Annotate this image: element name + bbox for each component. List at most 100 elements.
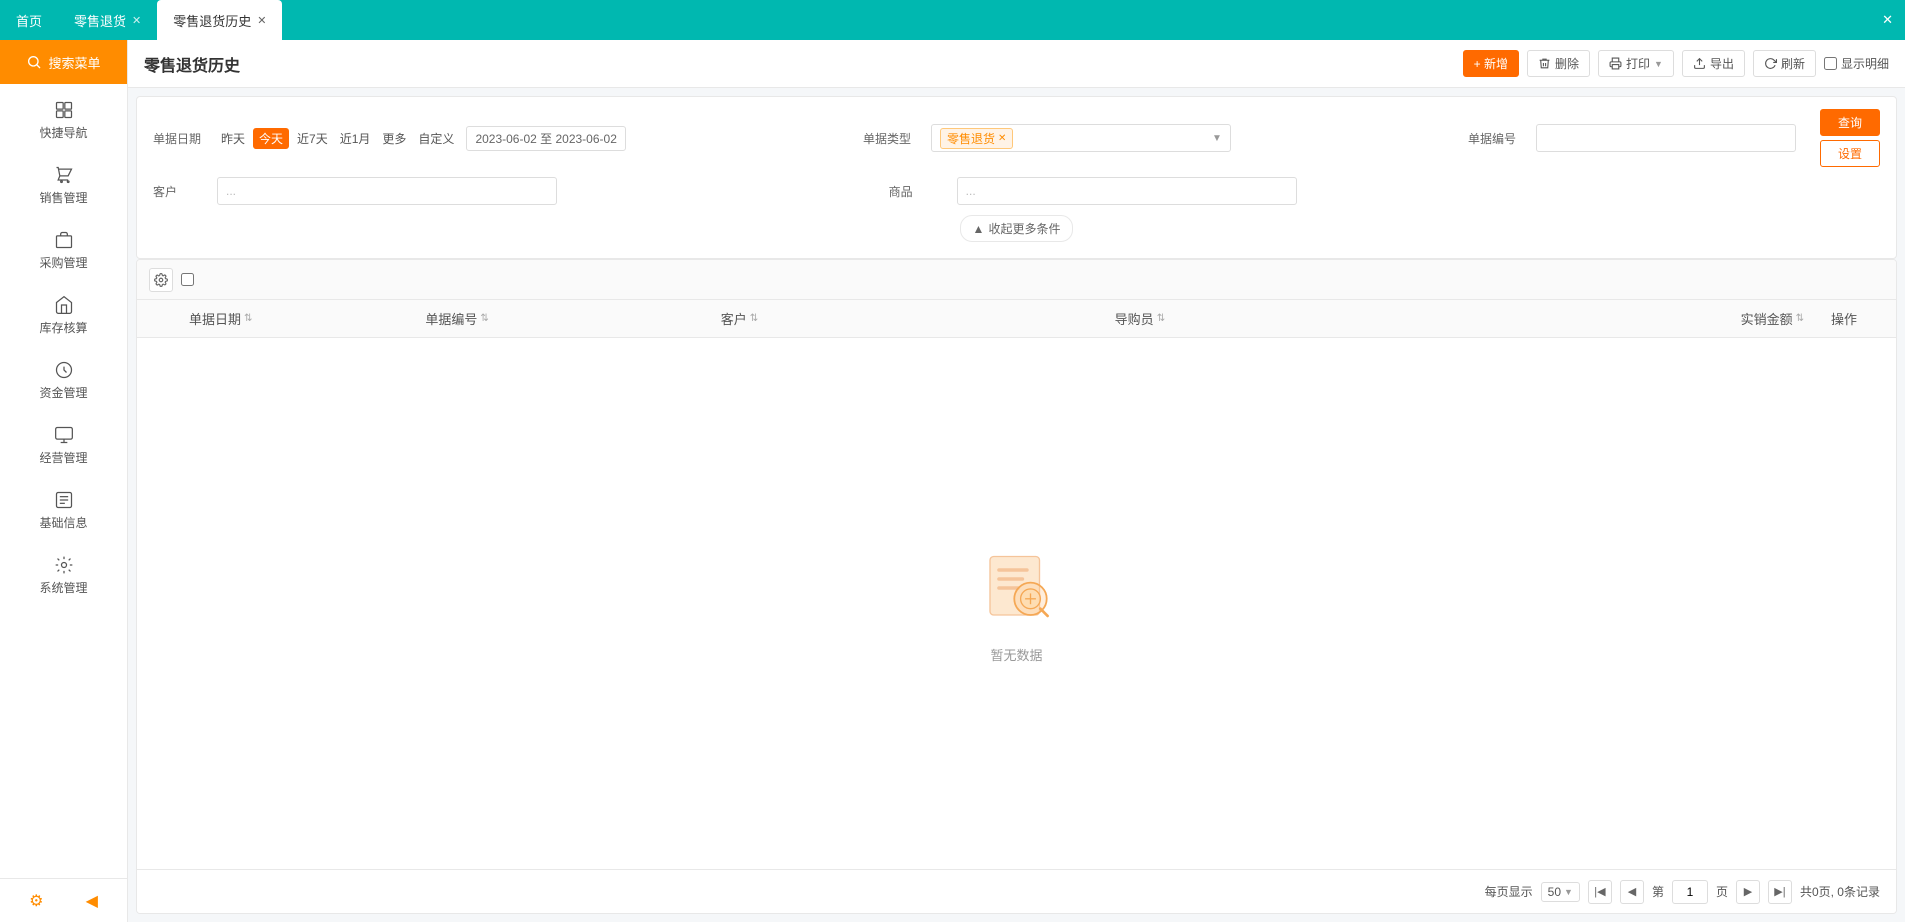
query-button[interactable]: 查询 <box>1820 109 1880 136</box>
doc-type-dropdown-arrow[interactable]: ▼ <box>1212 133 1222 144</box>
sidebar-item-operations[interactable]: 经营管理 <box>0 413 127 478</box>
refresh-icon <box>1764 57 1777 70</box>
col-guide-header: 导购员 ⇅ <box>1115 309 1410 328</box>
col-date-header: 单据日期 ⇅ <box>189 309 425 328</box>
per-page-select[interactable]: 50 ▼ <box>1541 882 1580 902</box>
sidebar-item-system[interactable]: 系统管理 <box>0 543 127 608</box>
sidebar-item-purchase[interactable]: 采购管理 <box>0 218 127 283</box>
page-summary: 共0页, 0条记录 <box>1800 883 1880 900</box>
settings-bottom-icon[interactable]: ⚙ <box>29 891 43 911</box>
top-tab-bar: 首页 零售退货 ✕ 零售退货历史 ✕ ✕ <box>0 0 1905 40</box>
date-opt-1month[interactable]: 近1月 <box>336 128 375 149</box>
settings-filter-button[interactable]: 设置 <box>1820 140 1880 167</box>
tab-home[interactable]: 首页 <box>0 0 58 40</box>
sidebar-search-button[interactable]: 搜索菜单 <box>0 40 127 84</box>
toolbar-actions: + 新增 删除 打印 ▼ <box>1463 50 1889 77</box>
sort-date-icon[interactable]: ⇅ <box>244 313 252 324</box>
sidebar-item-base-info[interactable]: 基础信息 <box>0 478 127 543</box>
col-customer-header: 客户 ⇅ <box>721 309 1115 328</box>
tab-retail-return[interactable]: 零售退货 ✕ <box>58 0 157 40</box>
page-label: 第 <box>1652 883 1664 900</box>
collapse-button[interactable]: ▲ 收起更多条件 <box>960 215 1074 242</box>
customer-filter-label: 客户 <box>153 183 209 200</box>
empty-state: 暂无数据 <box>972 543 1062 664</box>
filter-row-2: 客户 ... 商品 ... <box>153 177 1880 205</box>
table-settings-icon[interactable] <box>149 268 173 292</box>
add-button[interactable]: + 新增 <box>1463 50 1519 77</box>
sales-icon <box>54 165 74 185</box>
next-page-button[interactable]: ▶ <box>1736 880 1760 904</box>
content-area: 零售退货历史 + 新增 删除 打印 ▼ <box>128 40 1905 922</box>
col-docno-header: 单据编号 ⇅ <box>425 309 720 328</box>
empty-label: 暂无数据 <box>990 645 1042 664</box>
collapse-sidebar-icon[interactable]: ◀ <box>86 891 98 911</box>
sidebar-item-finance[interactable]: 资金管理 <box>0 348 127 413</box>
filter-row-1: 单据日期 昨天 今天 近7天 近1月 更多 自定义 2023-06-02 至 2… <box>153 109 1880 167</box>
search-icon <box>26 54 42 70</box>
select-all-checkbox[interactable] <box>181 273 194 286</box>
col-action-header: 操作 <box>1804 309 1884 328</box>
doc-type-tag: 零售退货 ✕ <box>940 128 1013 149</box>
doc-type-tag-close[interactable]: ✕ <box>998 133 1006 144</box>
doc-no-input[interactable] <box>1536 124 1796 152</box>
delete-icon <box>1538 57 1551 70</box>
page-title: 零售退货历史 <box>144 52 1463 76</box>
date-opt-custom[interactable]: 自定义 <box>414 128 458 149</box>
sort-docno-icon[interactable]: ⇅ <box>480 313 488 324</box>
col-amount-header: 实销金额 ⇅ <box>1607 309 1804 328</box>
quick-nav-icon <box>54 100 74 120</box>
pagination-bar: 每页显示 50 ▼ |◀ ◀ 第 页 ▶ ▶| 共0页, 0条记录 <box>137 869 1896 913</box>
date-opt-today[interactable]: 今天 <box>253 128 289 149</box>
prev-page-button[interactable]: ◀ <box>1620 880 1644 904</box>
sidebar-bottom: ⚙ ◀ <box>0 878 127 922</box>
last-page-button[interactable]: ▶| <box>1768 880 1792 904</box>
sort-customer-icon[interactable]: ⇅ <box>750 313 758 324</box>
goods-input[interactable]: ... <box>957 177 1297 205</box>
export-button[interactable]: 导出 <box>1682 50 1745 77</box>
refresh-button[interactable]: 刷新 <box>1753 50 1816 77</box>
show-detail-checkbox[interactable] <box>1824 57 1837 70</box>
date-opt-more[interactable]: 更多 <box>378 128 410 149</box>
empty-illustration <box>972 543 1062 633</box>
table-body: 暂无数据 <box>137 338 1896 869</box>
date-filter-label: 单据日期 <box>153 130 209 147</box>
per-page-label: 每页显示 <box>1485 883 1533 900</box>
tab-retail-return-history-close[interactable]: ✕ <box>257 14 266 27</box>
table-header: 单据日期 ⇅ 单据编号 ⇅ 客户 ⇅ 导购员 ⇅ 实销金额 <box>137 300 1896 338</box>
print-icon <box>1609 57 1622 70</box>
gear-icon <box>154 273 168 287</box>
customer-input[interactable]: ... <box>217 177 557 205</box>
inventory-icon <box>54 295 74 315</box>
operations-icon <box>54 425 74 445</box>
finance-icon <box>54 360 74 380</box>
delete-button[interactable]: 删除 <box>1527 50 1590 77</box>
window-close-button[interactable]: ✕ <box>1882 12 1905 28</box>
goods-filter-label: 商品 <box>889 183 949 200</box>
tab-retail-return-history[interactable]: 零售退货历史 ✕ <box>157 0 282 40</box>
base-info-icon <box>54 490 74 510</box>
show-detail-checkbox-label[interactable]: 显示明细 <box>1824 55 1889 72</box>
sidebar-item-quick-nav[interactable]: 快捷导航 <box>0 88 127 153</box>
table-container: 单据日期 ⇅ 单据编号 ⇅ 客户 ⇅ 导购员 ⇅ 实销金额 <box>136 259 1897 914</box>
print-button[interactable]: 打印 ▼ <box>1598 50 1674 77</box>
date-range-input[interactable]: 2023-06-02 至 2023-06-02 <box>466 126 625 151</box>
date-opt-yesterday[interactable]: 昨天 <box>217 128 249 149</box>
sidebar-item-inventory[interactable]: 库存核算 <box>0 283 127 348</box>
doc-type-field[interactable]: 零售退货 ✕ ▼ <box>931 124 1231 152</box>
export-icon <box>1693 57 1706 70</box>
sort-amount-icon[interactable]: ⇅ <box>1796 313 1804 324</box>
doc-no-label: 单据编号 <box>1468 130 1528 147</box>
sidebar-item-sales[interactable]: 销售管理 <box>0 153 127 218</box>
doc-type-label: 单据类型 <box>863 130 923 147</box>
first-page-button[interactable]: |◀ <box>1588 880 1612 904</box>
date-opt-7days[interactable]: 近7天 <box>293 128 332 149</box>
page-number-input[interactable] <box>1672 880 1708 904</box>
tab-retail-return-close[interactable]: ✕ <box>132 14 141 27</box>
page-unit: 页 <box>1716 883 1728 900</box>
sidebar-nav: 快捷导航 销售管理 采购管理 <box>0 84 127 878</box>
system-icon <box>54 555 74 575</box>
page-header: 零售退货历史 + 新增 删除 打印 ▼ <box>128 40 1905 88</box>
sidebar: 搜索菜单 快捷导航 <box>0 40 128 922</box>
sort-guide-icon[interactable]: ⇅ <box>1157 313 1165 324</box>
purchase-icon <box>54 230 74 250</box>
